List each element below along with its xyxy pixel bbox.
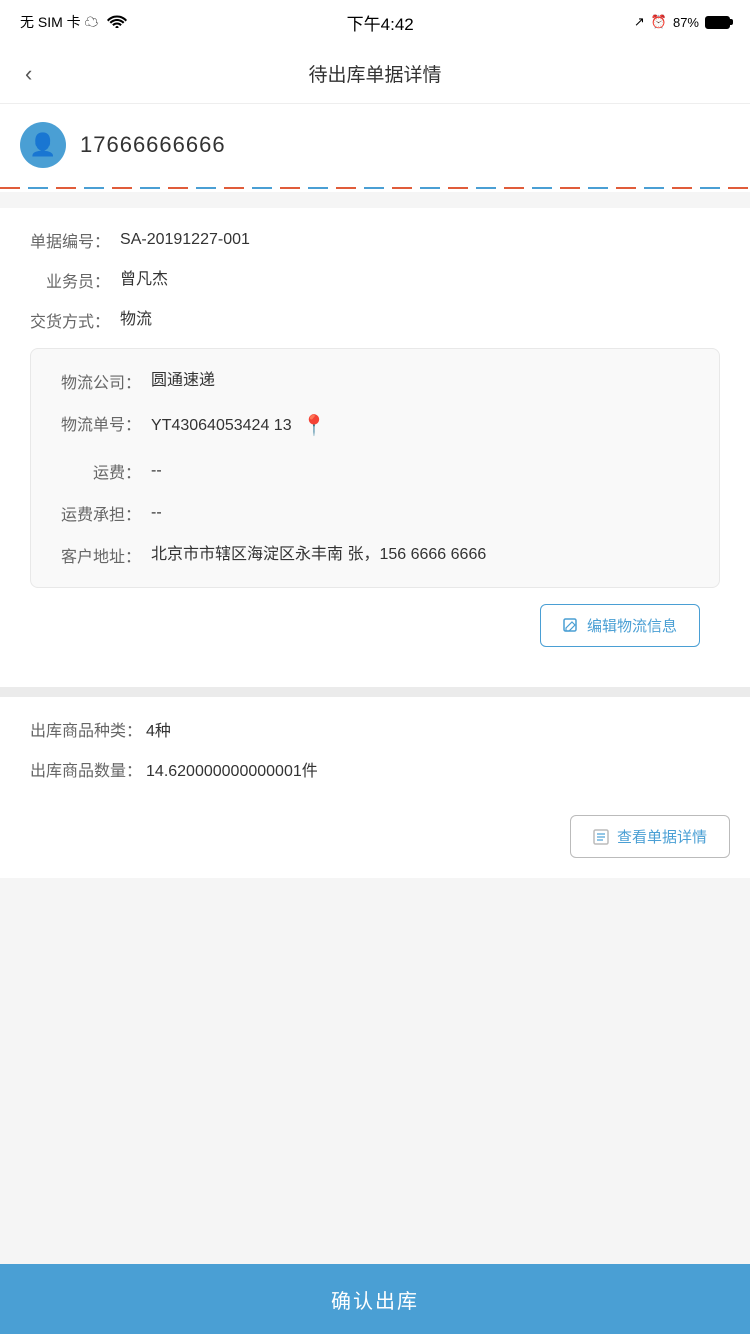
logistics-card: 物流公司： 圆通速递 物流单号： YT43064053424 13 📍 运费： … xyxy=(30,348,720,588)
location-pin-icon[interactable]: 📍 xyxy=(302,411,327,441)
location-icon: ↗ xyxy=(634,14,645,30)
goods-type-label: 出库商品种类： xyxy=(30,717,142,741)
goods-type-value: 4种 xyxy=(146,717,171,741)
order-no-row: 单据编号： SA-20191227-001 xyxy=(30,228,720,252)
logistics-company-value: 圆通速递 xyxy=(151,369,689,393)
order-info-section: 单据编号： SA-20191227-001 业务员： 曾凡杰 交货方式： 物流 … xyxy=(0,208,750,687)
dashed-separator xyxy=(0,186,750,192)
goods-type-row: 出库商品种类： 4种 xyxy=(30,717,720,741)
nav-bar: ‹ 待出库单据详情 xyxy=(0,44,750,104)
back-button[interactable]: ‹ xyxy=(20,56,37,92)
edit-icon xyxy=(563,618,579,634)
no-sim-text: 无 SIM 卡 ☁ xyxy=(20,12,99,32)
logistics-company-row: 物流公司： 圆通速递 xyxy=(61,369,689,393)
avatar: 👤 xyxy=(20,122,66,168)
customer-phone: 17666666666 xyxy=(80,132,226,158)
freight-label: 运费： xyxy=(61,459,141,483)
empty-space xyxy=(0,878,750,998)
staff-label: 业务员： xyxy=(30,268,110,292)
status-bar: 无 SIM 卡 ☁ 下午4:42 ↗ ⏰ 87% xyxy=(0,0,750,44)
confirm-btn-text: 确认出库 xyxy=(331,1285,419,1314)
delivery-value: 物流 xyxy=(120,308,720,332)
address-label: 客户地址： xyxy=(61,543,141,567)
wifi-icon xyxy=(107,14,127,31)
address-value: 北京市市辖区海淀区永丰南 张，156 6666 6666 xyxy=(151,543,689,567)
staff-row: 业务员： 曾凡杰 xyxy=(30,268,720,292)
goods-section: 出库商品种类： 4种 出库商品数量： 14.620000000000001件 xyxy=(0,697,750,801)
confirm-btn-bar[interactable]: 确认出库 xyxy=(0,1264,750,1334)
page-title: 待出库单据详情 xyxy=(308,60,441,87)
status-left: 无 SIM 卡 ☁ xyxy=(20,12,127,32)
address-row: 客户地址： 北京市市辖区海淀区永丰南 张，156 6666 6666 xyxy=(61,543,689,567)
staff-value: 曾凡杰 xyxy=(120,268,720,292)
time-display: 下午4:42 xyxy=(347,10,414,35)
status-right: ↗ ⏰ 87% xyxy=(634,14,730,30)
alarm-icon: ⏰ xyxy=(651,14,667,30)
goods-quantity-row: 出库商品数量： 14.620000000000001件 xyxy=(30,757,720,781)
section-divider xyxy=(0,687,750,697)
freight-value: -- xyxy=(151,459,689,483)
view-details-button[interactable]: 查看单据详情 xyxy=(570,815,730,858)
edit-logistics-button[interactable]: 编辑物流信息 xyxy=(540,604,700,647)
freight-bearer-value: -- xyxy=(151,501,689,525)
edit-btn-container: 编辑物流信息 xyxy=(30,588,720,667)
order-no-label: 单据编号： xyxy=(30,228,110,252)
logistics-tracking-label: 物流单号： xyxy=(61,411,141,435)
battery-icon xyxy=(705,16,730,29)
goods-quantity-label: 出库商品数量： xyxy=(30,757,142,781)
tracking-number: YT43064053424 13 xyxy=(151,414,292,438)
delivery-label: 交货方式： xyxy=(30,308,110,332)
order-no-value: SA-20191227-001 xyxy=(120,228,720,252)
logistics-tracking-value: YT43064053424 13 📍 xyxy=(151,411,689,441)
list-icon xyxy=(593,829,609,845)
freight-bearer-row: 运费承担： -- xyxy=(61,501,689,525)
logistics-company-label: 物流公司： xyxy=(61,369,141,393)
freight-row: 运费： -- xyxy=(61,459,689,483)
goods-quantity-value: 14.620000000000001件 xyxy=(146,757,318,781)
logistics-tracking-row: 物流单号： YT43064053424 13 📍 xyxy=(61,411,689,441)
freight-bearer-label: 运费承担： xyxy=(61,501,141,525)
edit-logistics-label: 编辑物流信息 xyxy=(587,615,677,636)
battery-percent: 87% xyxy=(673,15,699,30)
avatar-icon: 👤 xyxy=(29,132,56,158)
delivery-row: 交货方式： 物流 xyxy=(30,308,720,332)
view-details-label: 查看单据详情 xyxy=(617,826,707,847)
customer-header: 👤 17666666666 xyxy=(0,104,750,186)
view-details-container: 查看单据详情 xyxy=(0,801,750,878)
